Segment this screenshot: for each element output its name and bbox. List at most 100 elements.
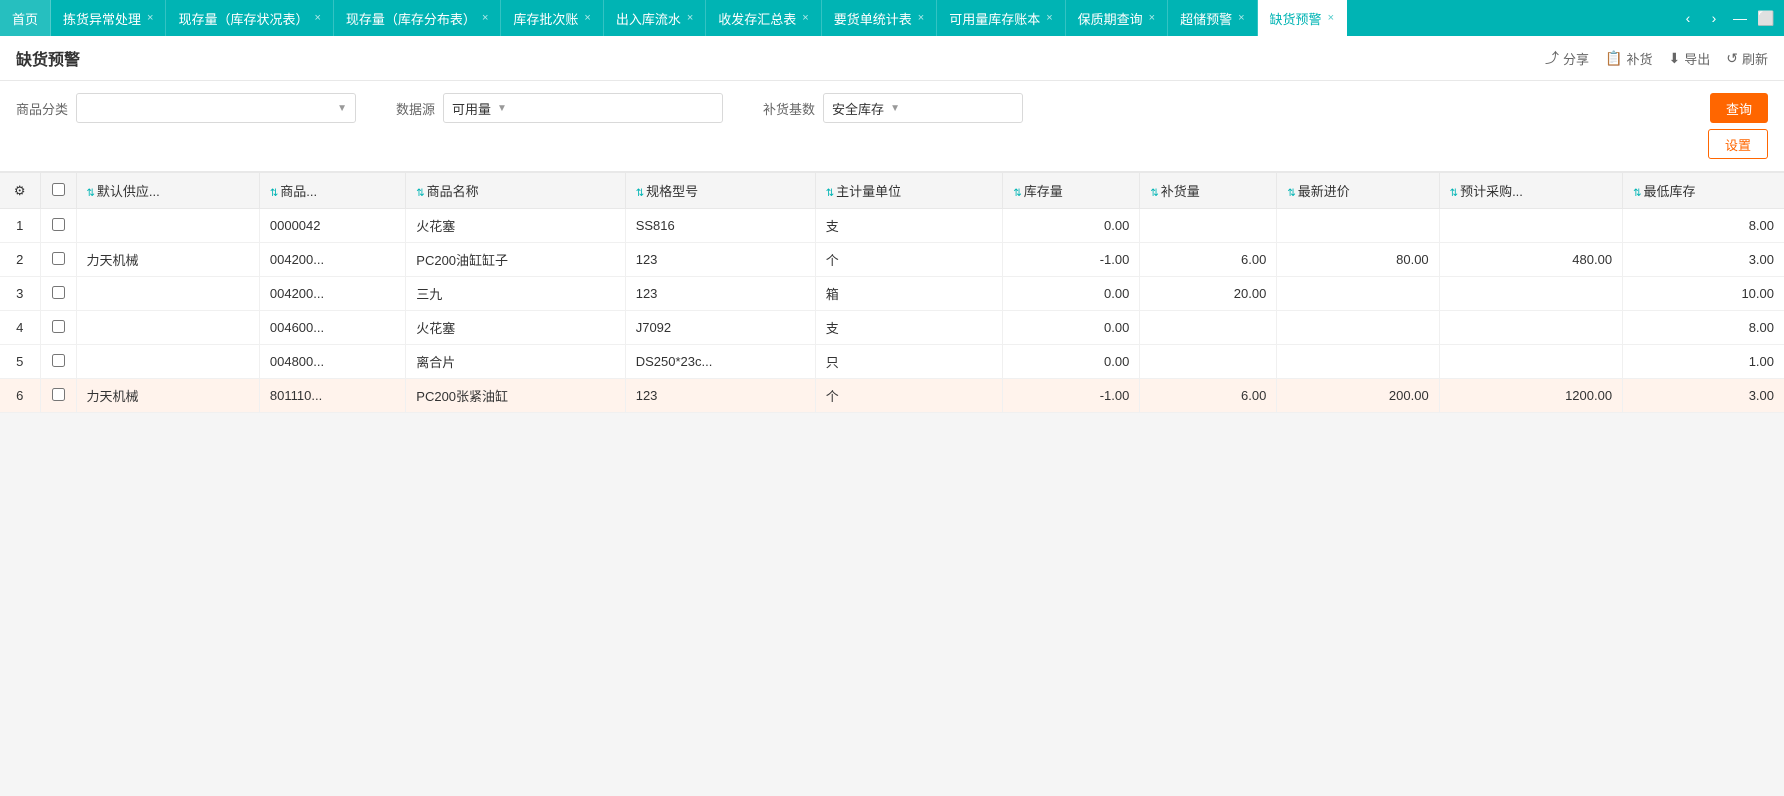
column-spec[interactable]: ⇅规格型号: [625, 173, 815, 209]
row-unit: 个: [815, 243, 1003, 277]
row-min-stock: 8.00: [1623, 311, 1784, 345]
row-index: 1: [0, 209, 40, 243]
row-stock: 0.00: [1003, 311, 1140, 345]
nav-item-avail-ledger[interactable]: 可用量库存账本 ×: [937, 0, 1065, 36]
row-checkbox-1[interactable]: [52, 252, 65, 265]
row-code: 004600...: [259, 311, 405, 345]
row-est-purchase: [1439, 345, 1622, 379]
col-label-restock: 补货量: [1161, 184, 1200, 199]
nav-maximize-button[interactable]: ⬜: [1754, 6, 1778, 30]
row-spec: J7092: [625, 311, 815, 345]
datasource-select[interactable]: 可用量 ▼: [443, 93, 723, 123]
row-latest-price: [1277, 277, 1439, 311]
column-gear[interactable]: ⚙: [0, 173, 40, 209]
select-all-checkbox[interactable]: [52, 183, 65, 196]
nav-next-button[interactable]: ›: [1702, 6, 1726, 30]
table-row: 4 004600... 火花塞 J7092 支 0.00 8.00: [0, 311, 1784, 345]
nav-item-batch-account[interactable]: 库存批次账 ×: [501, 0, 603, 36]
column-est-purchase[interactable]: ⇅预计采购...: [1439, 173, 1622, 209]
row-checkbox-cell[interactable]: [40, 209, 76, 243]
category-label: 商品分类: [16, 99, 68, 118]
category-filter-group: 商品分类 ▼: [16, 93, 356, 123]
nav-item-inout-flow[interactable]: 出入库流水 ×: [604, 0, 706, 36]
restock-select[interactable]: 安全库存 ▼: [823, 93, 1023, 123]
row-checkbox-4[interactable]: [52, 354, 65, 367]
row-checkbox-cell[interactable]: [40, 311, 76, 345]
row-min-stock: 8.00: [1623, 209, 1784, 243]
close-icon-avail-ledger[interactable]: ×: [1046, 13, 1052, 24]
close-icon-inventory-status[interactable]: ×: [314, 13, 320, 24]
refresh-label: 刷新: [1742, 49, 1768, 68]
row-index: 2: [0, 243, 40, 277]
row-unit: 支: [815, 209, 1003, 243]
close-icon-inventory-dist[interactable]: ×: [482, 13, 488, 24]
nav-label-expiry-query: 保质期查询: [1078, 9, 1143, 28]
column-unit[interactable]: ⇅主计量单位: [815, 173, 1003, 209]
restock-button[interactable]: 📋 补货: [1605, 49, 1652, 68]
settings-button[interactable]: 设置: [1708, 129, 1768, 159]
nav-prev-button[interactable]: ‹: [1676, 6, 1700, 30]
nav-item-shortage[interactable]: 缺货预警 ×: [1258, 0, 1347, 36]
close-icon-exception[interactable]: ×: [147, 13, 153, 24]
row-spec: SS816: [625, 209, 815, 243]
row-name: 离合片: [406, 345, 625, 379]
close-icon-order-stats[interactable]: ×: [918, 13, 924, 24]
column-name[interactable]: ⇅商品名称: [406, 173, 625, 209]
datasource-value: 可用量: [452, 99, 491, 118]
export-label: 导出: [1684, 49, 1710, 68]
close-icon-shortage[interactable]: ×: [1328, 13, 1334, 24]
row-checkbox-2[interactable]: [52, 286, 65, 299]
nav-item-exception[interactable]: 拣货异常处理 ×: [51, 0, 166, 36]
row-checkbox-cell[interactable]: [40, 243, 76, 277]
nav-item-order-stats[interactable]: 要货单统计表 ×: [822, 0, 937, 36]
column-restock[interactable]: ⇅补货量: [1140, 173, 1277, 209]
category-select[interactable]: ▼: [76, 93, 356, 123]
nav-item-inventory-dist[interactable]: 现存量（库存分布表） ×: [334, 0, 501, 36]
close-icon-collect-summary[interactable]: ×: [802, 13, 808, 24]
table-row: 1 0000042 火花塞 SS816 支 0.00 8.00: [0, 209, 1784, 243]
chevron-down-icon-restock: ▼: [890, 103, 900, 114]
row-checkbox-cell[interactable]: [40, 277, 76, 311]
close-icon-overstock[interactable]: ×: [1238, 13, 1244, 24]
nav-minimize-button[interactable]: —: [1728, 6, 1752, 30]
row-est-purchase: 1200.00: [1439, 379, 1622, 413]
column-code[interactable]: ⇅商品...: [259, 173, 405, 209]
row-code: 004800...: [259, 345, 405, 379]
row-checkbox-cell[interactable]: [40, 345, 76, 379]
nav-item-inventory-status[interactable]: 现存量（库存状况表） ×: [166, 0, 333, 36]
nav-label-inventory-status: 现存量（库存状况表）: [178, 9, 308, 28]
close-icon-batch-account[interactable]: ×: [584, 13, 590, 24]
nav-item-collect-summary[interactable]: 收发存汇总表 ×: [706, 0, 821, 36]
row-restock: [1140, 311, 1277, 345]
refresh-button[interactable]: ↺ 刷新: [1726, 49, 1768, 68]
nav-item-expiry-query[interactable]: 保质期查询 ×: [1066, 0, 1168, 36]
column-latest-price[interactable]: ⇅最新进价: [1277, 173, 1439, 209]
column-stock[interactable]: ⇅库存量: [1003, 173, 1140, 209]
row-index: 3: [0, 277, 40, 311]
row-min-stock: 1.00: [1623, 345, 1784, 379]
row-min-stock: 3.00: [1623, 243, 1784, 277]
row-supplier: [76, 311, 259, 345]
row-latest-price: 200.00: [1277, 379, 1439, 413]
close-icon-inout-flow[interactable]: ×: [687, 13, 693, 24]
row-latest-price: [1277, 209, 1439, 243]
column-supplier[interactable]: ⇅默认供应...: [76, 173, 259, 209]
row-checkbox-3[interactable]: [52, 320, 65, 333]
column-min-stock[interactable]: ⇅最低库存: [1623, 173, 1784, 209]
export-button[interactable]: ⬇ 导出: [1669, 49, 1711, 68]
row-checkbox-5[interactable]: [52, 388, 65, 401]
row-checkbox-cell[interactable]: [40, 379, 76, 413]
close-icon-expiry-query[interactable]: ×: [1149, 13, 1155, 24]
nav-label-exception: 拣货异常处理: [63, 9, 141, 28]
query-button[interactable]: 查询: [1710, 93, 1768, 123]
row-checkbox-0[interactable]: [52, 218, 65, 231]
share-button[interactable]: ⤴ 分享: [1545, 48, 1589, 68]
table-container: ⚙ ⇅默认供应... ⇅商品... ⇅商品名称 ⇅规格型号 ⇅主计量单位 ⇅库存…: [0, 172, 1784, 413]
header-actions: ⤴ 分享 📋 补货 ⬇ 导出 ↺ 刷新: [1545, 48, 1768, 68]
row-unit: 支: [815, 311, 1003, 345]
nav-item-overstock[interactable]: 超储预警 ×: [1168, 0, 1257, 36]
restock-filter-group: 补货基数 安全库存 ▼: [763, 93, 1023, 123]
row-min-stock: 3.00: [1623, 379, 1784, 413]
nav-item-home[interactable]: 首页: [0, 0, 51, 36]
col-label-supplier: 默认供应...: [97, 184, 160, 199]
